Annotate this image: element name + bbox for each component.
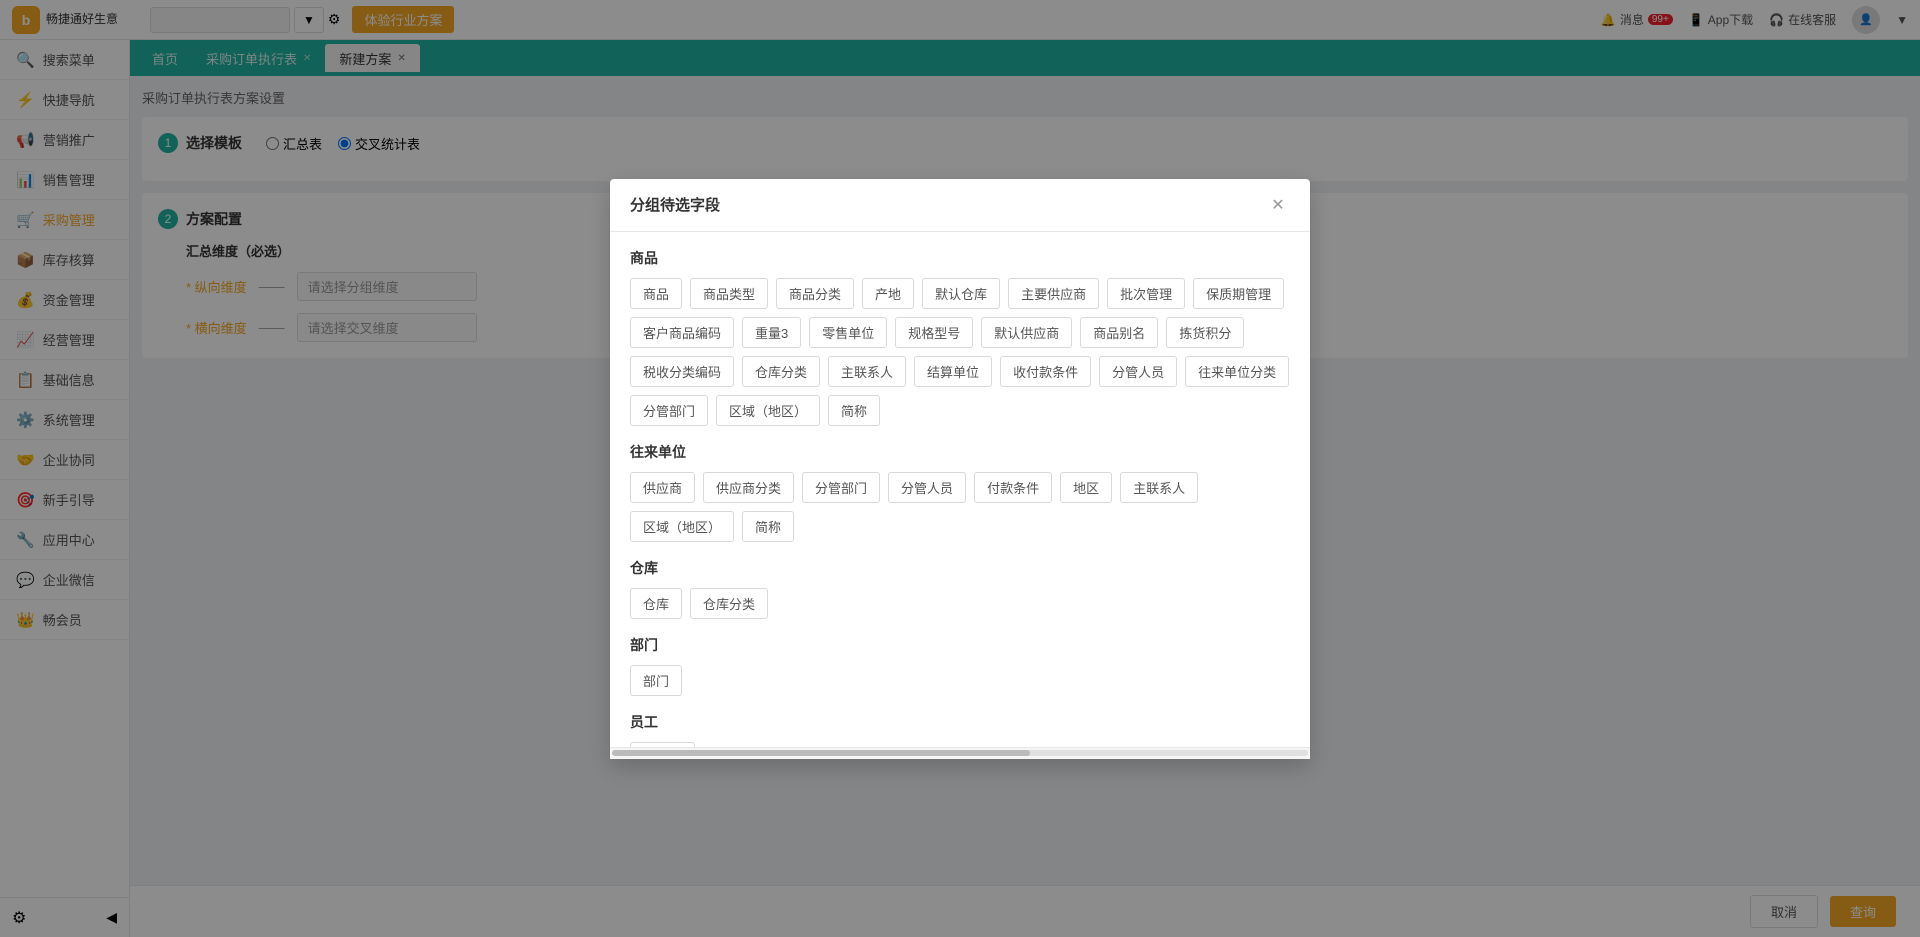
- field-tag[interactable]: 部门: [630, 665, 682, 696]
- field-tag[interactable]: 主联系人: [828, 356, 906, 387]
- field-tag[interactable]: 结算单位: [914, 356, 992, 387]
- field-tag[interactable]: 仓库: [630, 588, 682, 619]
- field-group-title-员工: 员工: [630, 712, 1290, 732]
- field-group-员工: 员工业务员: [630, 712, 1290, 747]
- field-tag[interactable]: 保质期管理: [1193, 278, 1284, 309]
- field-tag[interactable]: 付款条件: [974, 472, 1052, 503]
- field-group-商品: 商品商品商品类型商品分类产地默认仓库主要供应商批次管理保质期管理客户商品编码重量…: [630, 248, 1290, 426]
- field-tags-仓库: 仓库仓库分类: [630, 588, 1290, 619]
- field-tag[interactable]: 仓库分类: [742, 356, 820, 387]
- field-tag[interactable]: 分管人员: [888, 472, 966, 503]
- field-tag[interactable]: 主要供应商: [1008, 278, 1099, 309]
- modal-header: 分组待选字段 ✕: [610, 179, 1310, 232]
- field-tag[interactable]: 商品: [630, 278, 682, 309]
- field-tag[interactable]: 简称: [742, 511, 794, 542]
- field-tag[interactable]: 往来单位分类: [1185, 356, 1289, 387]
- field-tag[interactable]: 规格型号: [895, 317, 973, 348]
- field-tag[interactable]: 地区: [1060, 472, 1112, 503]
- field-group-title-商品: 商品: [630, 248, 1290, 268]
- field-tag[interactable]: 产地: [862, 278, 914, 309]
- field-group-title-部门: 部门: [630, 635, 1290, 655]
- field-tag[interactable]: 区域（地区）: [630, 511, 734, 542]
- field-tag[interactable]: 默认供应商: [981, 317, 1072, 348]
- field-tag[interactable]: 税收分类编码: [630, 356, 734, 387]
- field-tag[interactable]: 分管人员: [1099, 356, 1177, 387]
- field-tag[interactable]: 客户商品编码: [630, 317, 734, 348]
- field-group-往来单位: 往来单位供应商供应商分类分管部门分管人员付款条件地区主联系人区域（地区） 简称: [630, 442, 1290, 542]
- field-tag[interactable]: 默认仓库: [922, 278, 1000, 309]
- field-tag[interactable]: 拣货积分: [1166, 317, 1244, 348]
- hscroll-thumb: [612, 750, 1030, 756]
- modal-horizontal-scrollbar[interactable]: [610, 747, 1310, 759]
- hscroll-track: [612, 750, 1308, 756]
- field-tag[interactable]: 批次管理: [1107, 278, 1185, 309]
- field-tag[interactable]: 区域（地区）: [716, 395, 820, 426]
- modal-close-button[interactable]: ✕: [1266, 193, 1290, 217]
- field-tag[interactable]: 供应商: [630, 472, 695, 503]
- field-group-title-仓库: 仓库: [630, 558, 1290, 578]
- field-tag[interactable]: 供应商分类: [703, 472, 794, 503]
- field-tags-部门: 部门: [630, 665, 1290, 696]
- field-group-仓库: 仓库仓库仓库分类: [630, 558, 1290, 619]
- field-tag[interactable]: 收付款条件: [1000, 356, 1091, 387]
- field-tags-商品: 商品商品类型商品分类产地默认仓库主要供应商批次管理保质期管理客户商品编码重量3 零…: [630, 278, 1290, 426]
- field-tag[interactable]: 仓库分类: [690, 588, 768, 619]
- field-tags-往来单位: 供应商供应商分类分管部门分管人员付款条件地区主联系人区域（地区） 简称: [630, 472, 1290, 542]
- field-tag[interactable]: 主联系人: [1120, 472, 1198, 503]
- modal-overlay: 分组待选字段 ✕ 商品商品商品类型商品分类产地默认仓库主要供应商批次管理保质期管…: [0, 0, 1920, 937]
- field-tag[interactable]: 零售单位: [809, 317, 887, 348]
- field-tag[interactable]: 简称: [828, 395, 880, 426]
- modal-title: 分组待选字段: [630, 194, 720, 215]
- field-group-title-往来单位: 往来单位: [630, 442, 1290, 462]
- field-group-部门: 部门部门: [630, 635, 1290, 696]
- field-tag[interactable]: 分管部门: [802, 472, 880, 503]
- field-tag[interactable]: 商品别名: [1080, 317, 1158, 348]
- field-tag[interactable]: 分管部门: [630, 395, 708, 426]
- field-tag[interactable]: 商品类型: [690, 278, 768, 309]
- modal-body: 商品商品商品类型商品分类产地默认仓库主要供应商批次管理保质期管理客户商品编码重量…: [610, 232, 1310, 747]
- modal-dialog: 分组待选字段 ✕ 商品商品商品类型商品分类产地默认仓库主要供应商批次管理保质期管…: [610, 179, 1310, 759]
- field-tag[interactable]: 重量3: [742, 317, 801, 348]
- field-tag[interactable]: 商品分类: [776, 278, 854, 309]
